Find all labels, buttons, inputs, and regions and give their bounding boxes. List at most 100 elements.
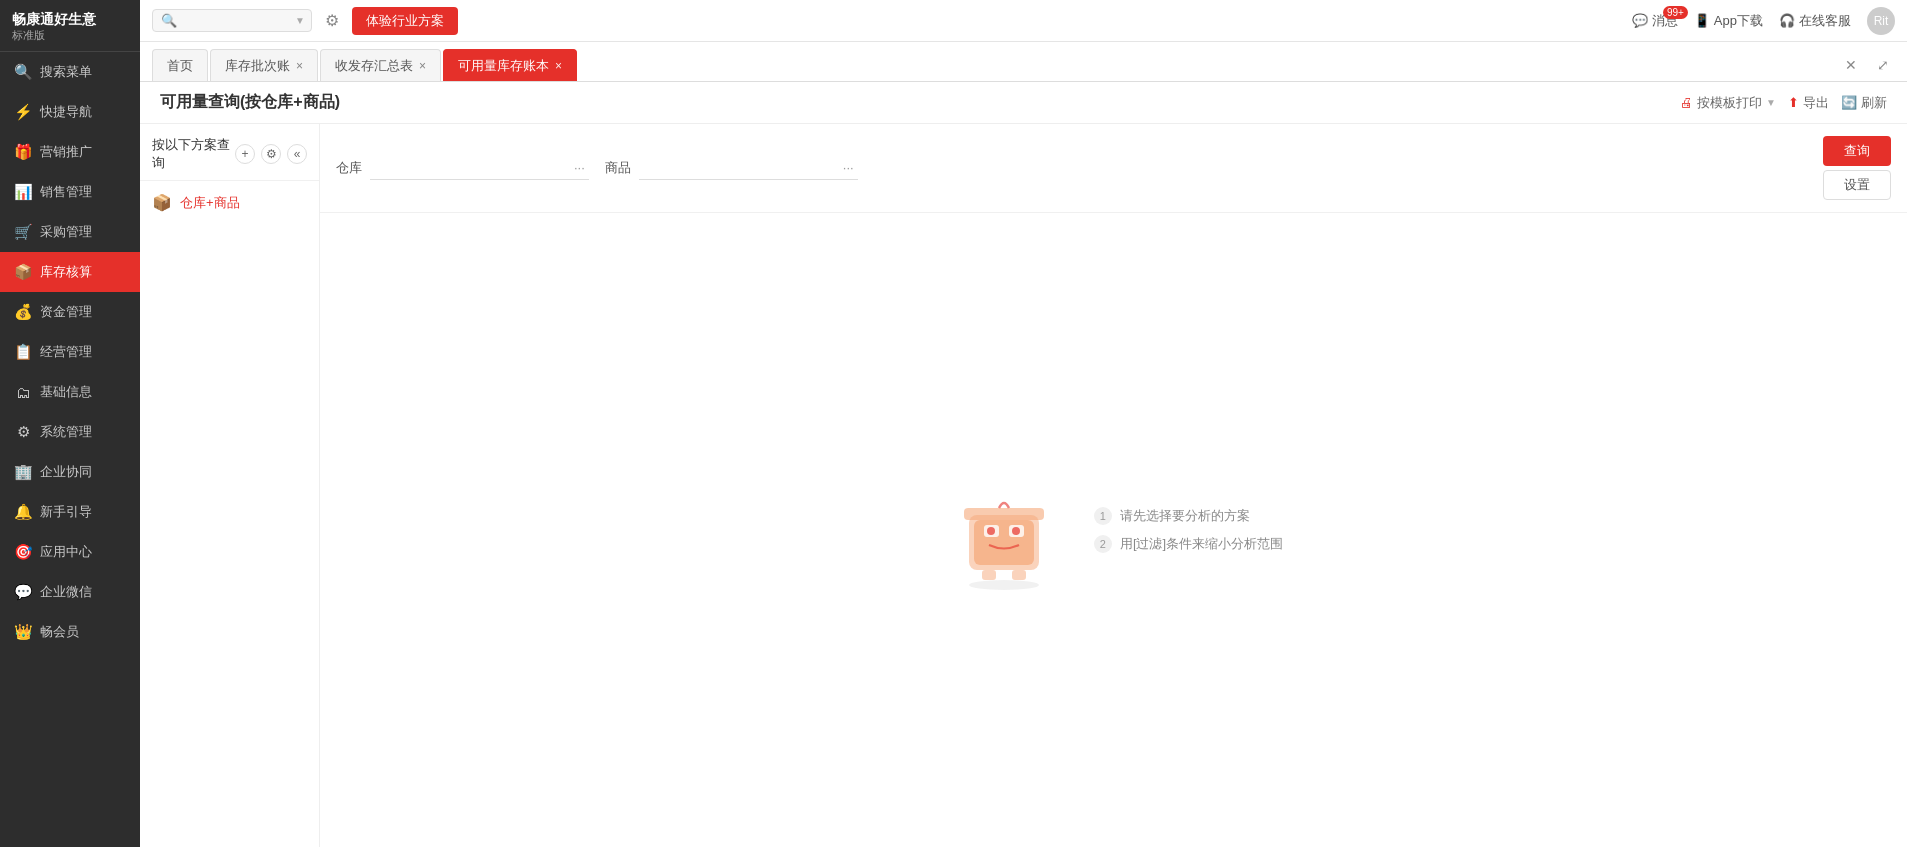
online-service-btn[interactable]: 🎧 在线客服 xyxy=(1779,12,1851,30)
sidebar-item-shortcut[interactable]: ⚡ 快捷导航 xyxy=(0,92,140,132)
headset-icon: 🎧 xyxy=(1779,13,1795,28)
settings-icon[interactable]: ⚙ xyxy=(318,7,346,35)
apps-icon: 🎯 xyxy=(14,543,32,561)
sidebar-scroll: 🔍 搜索菜单 ⚡ 快捷导航 🎁 营销推广 📊 销售管理 🛒 采购管理 📦 库存核… xyxy=(0,52,140,847)
filter-header: 按以下方案查询 + ⚙ « xyxy=(140,136,319,181)
sidebar-item-base[interactable]: 🗂 基础信息 xyxy=(0,372,140,412)
sidebar-item-purchase[interactable]: 🛒 采购管理 xyxy=(0,212,140,252)
topbar-search-box[interactable]: 🔍 ▼ xyxy=(152,9,312,32)
message-badge: 99+ xyxy=(1663,6,1688,19)
print-btn[interactable]: 🖨 按模板打印 ▼ xyxy=(1680,94,1776,112)
query-filters: 仓库 ··· 商品 ··· 查询 设置 xyxy=(320,124,1907,213)
print-label: 按模板打印 xyxy=(1697,94,1762,112)
edit-scheme-btn[interactable]: ⚙ xyxy=(261,144,281,164)
page-title: 可用量查询(按仓库+商品) xyxy=(160,92,340,113)
sidebar-item-capital[interactable]: 💰 资金管理 xyxy=(0,292,140,332)
collapse-panel-btn[interactable]: « xyxy=(287,144,307,164)
expand-btn[interactable]: ⤢ xyxy=(1871,53,1895,77)
sidebar-item-label: 库存核算 xyxy=(40,263,92,281)
sidebar-item-label: 快捷导航 xyxy=(40,103,92,121)
svg-point-4 xyxy=(987,527,995,535)
system-icon: ⚙ xyxy=(14,423,32,441)
sidebar-item-newbie[interactable]: 🔔 新手引导 xyxy=(0,492,140,532)
topbar: 🔍 ▼ ⚙ 体验行业方案 💬 消息 99+ 📱 App下载 🎧 在线客服 xyxy=(140,0,1907,42)
step-num-2: 2 xyxy=(1094,535,1112,553)
sidebar-item-system[interactable]: ⚙ 系统管理 xyxy=(0,412,140,452)
empty-step-2-label: 用[过滤]条件来缩小分析范围 xyxy=(1120,535,1283,553)
enterprise-icon: 🏢 xyxy=(14,463,32,481)
refresh-btn[interactable]: 🔄 刷新 xyxy=(1841,94,1887,112)
sidebar-item-marketing[interactable]: 🎁 营销推广 xyxy=(0,132,140,172)
dropdown-icon: ▼ xyxy=(295,15,305,26)
sidebar-item-label: 资金管理 xyxy=(40,303,92,321)
scheme-icon: 📦 xyxy=(152,193,172,212)
sidebar-item-label: 新手引导 xyxy=(40,503,92,521)
warehouse-label: 仓库 xyxy=(336,159,362,177)
empty-state: 1 请先选择要分析的方案 2 用[过滤]条件来缩小分析范围 xyxy=(320,213,1907,847)
warehouse-input[interactable] xyxy=(370,156,570,179)
add-scheme-btn[interactable]: + xyxy=(235,144,255,164)
query-btn[interactable]: 查询 xyxy=(1823,136,1891,166)
goods-input[interactable] xyxy=(639,156,839,179)
warehouse-field: 仓库 ··· xyxy=(336,156,589,180)
topbar-right: 💬 消息 99+ 📱 App下载 🎧 在线客服 Rit xyxy=(1632,7,1895,35)
export-btn[interactable]: ⬆ 导出 xyxy=(1788,94,1829,112)
sidebar-item-sales[interactable]: 📊 销售管理 xyxy=(0,172,140,212)
industry-btn[interactable]: 体验行业方案 xyxy=(352,7,458,35)
settings-btn[interactable]: 设置 xyxy=(1823,170,1891,200)
tab-label: 收发存汇总表 xyxy=(335,57,413,75)
message-btn[interactable]: 💬 消息 99+ xyxy=(1632,12,1678,30)
tab-home[interactable]: 首页 xyxy=(152,49,208,81)
capital-icon: 💰 xyxy=(14,303,32,321)
avatar-text: Rit xyxy=(1874,14,1889,28)
tab-label: 首页 xyxy=(167,57,193,75)
refresh-label: 刷新 xyxy=(1861,94,1887,112)
filter-header-actions: + ⚙ « xyxy=(235,144,307,164)
app-edition: 标准版 xyxy=(12,28,128,43)
user-menu[interactable]: Rit xyxy=(1867,7,1895,35)
svg-rect-1 xyxy=(974,520,1034,565)
warehouse-more-btn[interactable]: ··· xyxy=(570,160,589,175)
goods-more-btn[interactable]: ··· xyxy=(839,160,858,175)
goods-input-wrapper: ··· xyxy=(639,156,858,180)
app-download-btn[interactable]: 📱 App下载 xyxy=(1694,12,1763,30)
app-download-icon: 📱 xyxy=(1694,13,1710,28)
tab-bar-right: ✕ ⤢ xyxy=(1839,53,1895,81)
export-label: 导出 xyxy=(1803,94,1829,112)
query-area: 仓库 ··· 商品 ··· 查询 设置 xyxy=(320,124,1907,847)
sidebar-item-label: 经营管理 xyxy=(40,343,92,361)
close-tab-btn[interactable]: ✕ xyxy=(1839,53,1863,77)
empty-step-1-label: 请先选择要分析的方案 xyxy=(1120,507,1250,525)
base-icon: 🗂 xyxy=(14,384,32,401)
tab-available[interactable]: 可用量库存账本× xyxy=(443,49,577,81)
sidebar-item-search[interactable]: 🔍 搜索菜单 xyxy=(0,52,140,92)
sidebar-item-apps[interactable]: 🎯 应用中心 xyxy=(0,532,140,572)
sidebar-item-enterprise[interactable]: 🏢 企业协同 xyxy=(0,452,140,492)
sidebar-item-wechat[interactable]: 💬 企业微信 xyxy=(0,572,140,612)
refresh-icon: 🔄 xyxy=(1841,95,1857,110)
marketing-icon: 🎁 xyxy=(14,143,32,161)
sidebar: 畅康通好生意 标准版 🔍 搜索菜单 ⚡ 快捷导航 🎁 营销推广 📊 销售管理 🛒… xyxy=(0,0,140,847)
sidebar-item-member[interactable]: 👑 畅会员 xyxy=(0,612,140,652)
goods-label: 商品 xyxy=(605,159,631,177)
operation-icon: 📋 xyxy=(14,343,32,361)
sidebar-item-operation[interactable]: 📋 经营管理 xyxy=(0,332,140,372)
tab-close-btn[interactable]: × xyxy=(555,59,562,73)
svg-point-5 xyxy=(1012,527,1020,535)
avatar: Rit xyxy=(1867,7,1895,35)
svg-rect-6 xyxy=(964,508,1044,520)
tab-close-btn[interactable]: × xyxy=(419,59,426,73)
topbar-search-input[interactable] xyxy=(181,14,291,28)
member-icon: 👑 xyxy=(14,623,32,641)
filter-panel: 按以下方案查询 + ⚙ « 📦 仓库+商品 xyxy=(140,124,320,847)
tab-summary[interactable]: 收发存汇总表 × xyxy=(320,49,441,81)
inventory-icon: 📦 xyxy=(14,263,32,281)
tab-batch[interactable]: 库存批次账× xyxy=(210,49,318,81)
scheme-item-warehouse-goods[interactable]: 📦 仓库+商品 xyxy=(140,185,319,220)
tab-close-btn[interactable]: × xyxy=(296,59,303,73)
sidebar-item-label: 基础信息 xyxy=(40,383,92,401)
sidebar-item-inventory[interactable]: 📦 库存核算 xyxy=(0,252,140,292)
sidebar-logo: 畅康通好生意 标准版 xyxy=(0,0,140,52)
print-icon: 🖨 xyxy=(1680,95,1693,110)
sidebar-item-label: 系统管理 xyxy=(40,423,92,441)
